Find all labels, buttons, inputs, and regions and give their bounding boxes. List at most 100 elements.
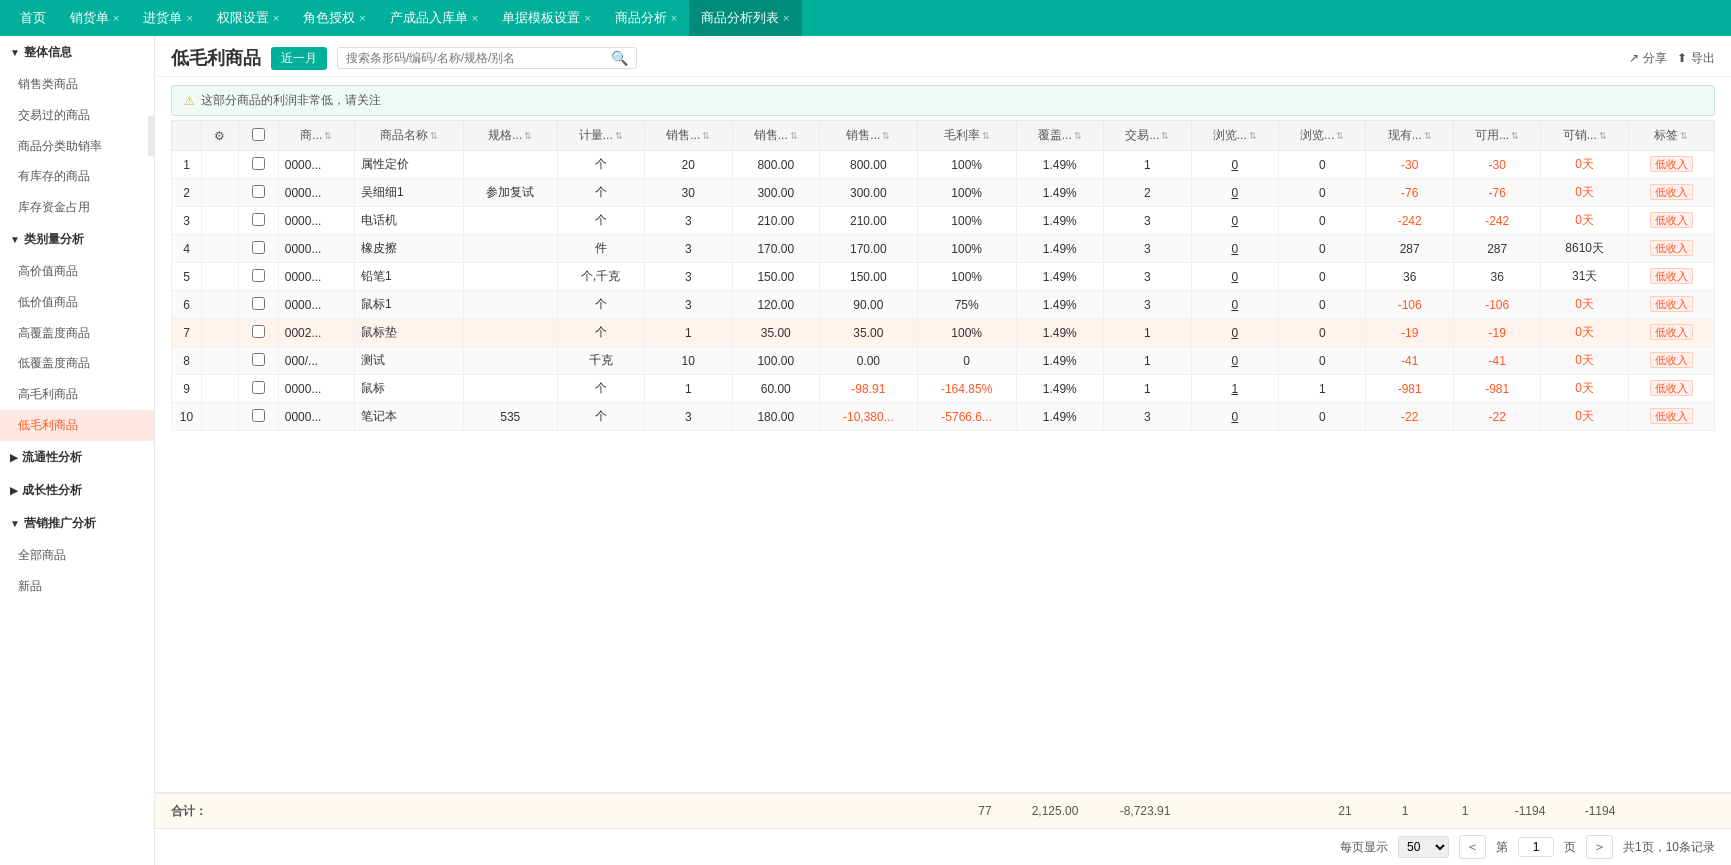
row-select[interactable] (252, 241, 265, 254)
nav-template[interactable]: 单据模板设置× (490, 0, 602, 36)
row-actions[interactable] (202, 235, 239, 263)
sidebar-item-stocked-goods[interactable]: 有库存的商品 (0, 161, 154, 192)
col-available[interactable]: 可用...⇅ (1453, 121, 1540, 151)
per-page-select[interactable]: 50 100 200 (1398, 836, 1449, 858)
nav-purchase[interactable]: 进货单× (131, 0, 204, 36)
page-number-input[interactable] (1518, 837, 1554, 857)
row-actions[interactable] (202, 347, 239, 375)
sidebar-group-circulation[interactable]: ▶ 流通性分析 (0, 441, 154, 474)
export-btn[interactable]: ⬆ 导出 (1677, 50, 1715, 67)
row-browse1[interactable]: 0 (1191, 291, 1278, 319)
col-sales-amount[interactable]: 销售...⇅ (820, 121, 918, 151)
col-sales-price[interactable]: 销售...⇅ (732, 121, 819, 151)
row-actions[interactable] (202, 207, 239, 235)
col-sales-qty[interactable]: 销售...⇅ (645, 121, 732, 151)
row-actions[interactable] (202, 319, 239, 347)
sidebar-item-stock-capital[interactable]: 库存资金占用 (0, 192, 154, 223)
row-select[interactable] (252, 325, 265, 338)
row-browse1[interactable]: 0 (1191, 319, 1278, 347)
sidebar-item-high-margin[interactable]: 高毛利商品 (0, 379, 154, 410)
col-browse2[interactable]: 浏览...⇅ (1278, 121, 1365, 151)
sidebar-item-high-value[interactable]: 高价值商品 (0, 256, 154, 287)
sidebar-collapse-btn[interactable]: « (148, 116, 155, 156)
row-checkbox[interactable] (238, 235, 278, 263)
col-coverage[interactable]: 覆盖...⇅ (1016, 121, 1103, 151)
row-select[interactable] (252, 297, 265, 310)
sidebar-group-overall[interactable]: ▼ 整体信息 (0, 36, 154, 69)
sidebar-item-all-goods[interactable]: 全部商品 (0, 540, 154, 571)
row-browse1[interactable]: 0 (1191, 207, 1278, 235)
col-unit[interactable]: 计量...⇅ (557, 121, 644, 151)
row-select[interactable] (252, 409, 265, 422)
row-checkbox[interactable] (238, 151, 278, 179)
nav-home[interactable]: 首页 (8, 0, 58, 36)
row-browse1[interactable]: 0 (1191, 347, 1278, 375)
group1-label: 整体信息 (24, 44, 72, 61)
select-all-checkbox[interactable] (252, 128, 265, 141)
row-select[interactable] (252, 213, 265, 226)
sidebar-item-traded-goods[interactable]: 交易过的商品 (0, 100, 154, 131)
row-checkbox[interactable] (238, 375, 278, 403)
sidebar-item-category-rate[interactable]: 商品分类助销率 (0, 131, 154, 162)
sidebar-item-high-coverage[interactable]: 高覆盖度商品 (0, 318, 154, 349)
row-checkbox[interactable] (238, 319, 278, 347)
prev-page-btn[interactable]: ＜ (1459, 835, 1486, 859)
nav-role[interactable]: 角色授权× (291, 0, 377, 36)
sidebar-item-low-coverage[interactable]: 低覆盖度商品 (0, 348, 154, 379)
row-checkbox[interactable] (238, 207, 278, 235)
row-checkbox[interactable] (238, 291, 278, 319)
sidebar-group-marketing[interactable]: ▼ 营销推广分析 (0, 507, 154, 540)
nav-analysis[interactable]: 商品分析× (603, 0, 689, 36)
row-actions[interactable] (202, 151, 239, 179)
col-browse1[interactable]: 浏览...⇅ (1191, 121, 1278, 151)
col-code[interactable]: 商...⇅ (278, 121, 354, 151)
row-actions[interactable] (202, 263, 239, 291)
row-select[interactable] (252, 353, 265, 366)
sidebar-group-growth[interactable]: ▶ 成长性分析 (0, 474, 154, 507)
next-page-btn[interactable]: ＞ (1586, 835, 1613, 859)
date-filter-btn[interactable]: 近一月 (271, 47, 327, 70)
row-select[interactable] (252, 381, 265, 394)
row-browse1[interactable]: 0 (1191, 235, 1278, 263)
row-browse1[interactable]: 0 (1191, 263, 1278, 291)
row-coverage: 1.49% (1016, 347, 1103, 375)
row-actions[interactable] (202, 403, 239, 431)
col-current-stock[interactable]: 现有...⇅ (1366, 121, 1453, 151)
row-checkbox[interactable] (238, 263, 278, 291)
row-browse1[interactable]: 1 (1191, 375, 1278, 403)
total-browse2: 1 (1435, 804, 1495, 818)
sidebar-item-low-value[interactable]: 低价值商品 (0, 287, 154, 318)
row-sales-price: 60.00 (732, 375, 819, 403)
nav-sales[interactable]: 销货单× (58, 0, 131, 36)
sidebar-item-low-margin[interactable]: 低毛利商品 (0, 410, 154, 441)
row-select[interactable] (252, 269, 265, 282)
col-trade[interactable]: 交易...⇅ (1104, 121, 1191, 151)
row-select[interactable] (252, 185, 265, 198)
sidebar-item-new-goods[interactable]: 新品 (0, 571, 154, 602)
nav-product-entry[interactable]: 产成品入库单× (378, 0, 490, 36)
search-input[interactable] (346, 51, 611, 65)
sidebar-item-sales-goods[interactable]: 销售类商品 (0, 69, 154, 100)
nav-analysis-list[interactable]: 商品分析列表× (689, 0, 801, 36)
col-tag[interactable]: 标签⇅ (1628, 121, 1714, 151)
row-browse1[interactable]: 0 (1191, 403, 1278, 431)
search-icon[interactable]: 🔍 (611, 50, 628, 66)
row-checkbox[interactable] (238, 347, 278, 375)
row-actions[interactable] (202, 375, 239, 403)
nav-permission[interactable]: 权限设置× (205, 0, 291, 36)
col-spec[interactable]: 规格...⇅ (463, 121, 557, 151)
share-btn[interactable]: ↗ 分享 (1629, 50, 1667, 67)
row-select[interactable] (252, 157, 265, 170)
row-browse1[interactable]: 0 (1191, 151, 1278, 179)
col-sellable[interactable]: 可销...⇅ (1541, 121, 1628, 151)
col-checkbox[interactable] (238, 121, 278, 151)
col-settings[interactable]: ⚙ (202, 121, 239, 151)
row-actions[interactable] (202, 291, 239, 319)
row-browse1[interactable]: 0 (1191, 179, 1278, 207)
row-checkbox[interactable] (238, 403, 278, 431)
row-actions[interactable] (202, 179, 239, 207)
col-name[interactable]: 商品名称⇅ (354, 121, 463, 151)
row-checkbox[interactable] (238, 179, 278, 207)
sidebar-group-category[interactable]: ▼ 类别量分析 (0, 223, 154, 256)
col-gross-margin[interactable]: 毛利率⇅ (917, 121, 1016, 151)
